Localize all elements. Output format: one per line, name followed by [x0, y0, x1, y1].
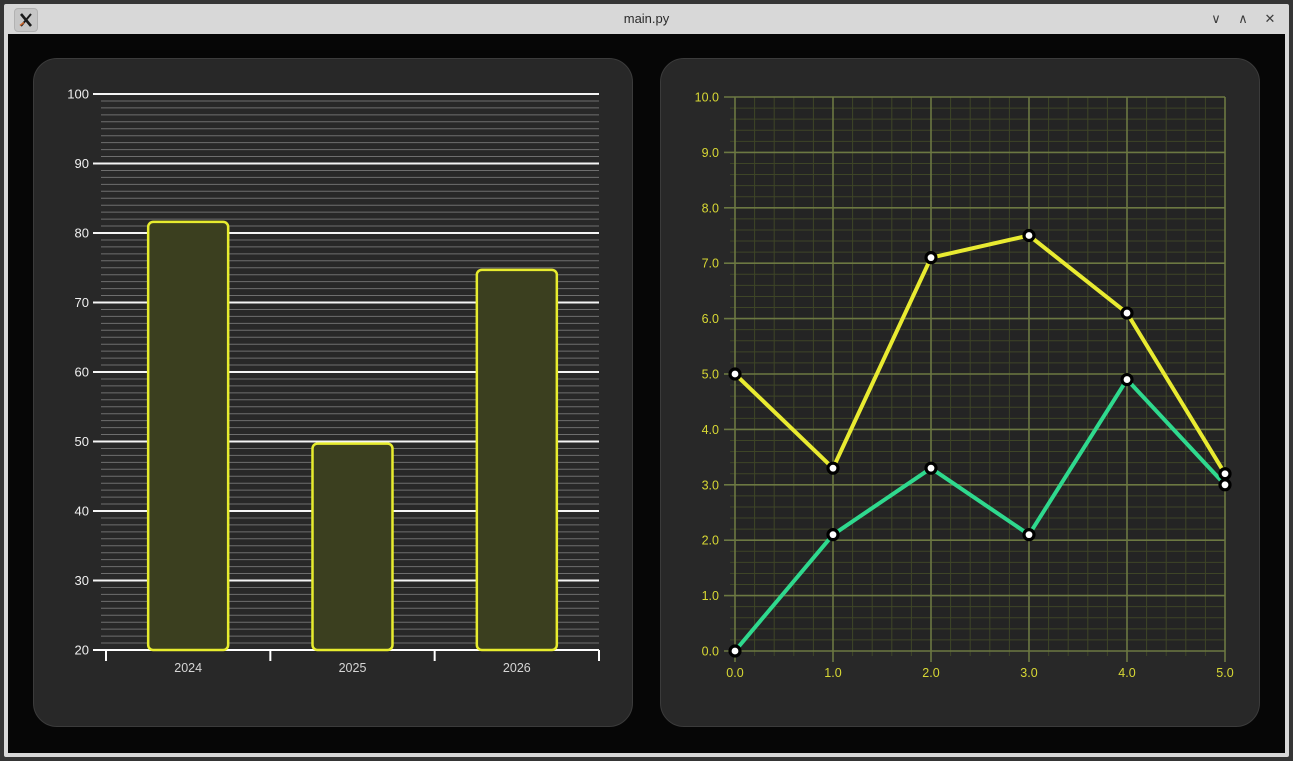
svg-text:10.0: 10.0: [695, 91, 719, 105]
svg-text:80: 80: [75, 226, 89, 241]
window-controls: ∨ ∧ ✕: [1207, 4, 1279, 34]
window-title: main.py: [623, 11, 670, 26]
svg-text:2026: 2026: [503, 661, 531, 675]
svg-text:5.0: 5.0: [1216, 666, 1233, 680]
svg-text:1.0: 1.0: [824, 666, 841, 680]
svg-text:0.0: 0.0: [702, 645, 719, 659]
svg-text:2025: 2025: [339, 661, 367, 675]
svg-text:3.0: 3.0: [1020, 666, 1037, 680]
svg-text:6.0: 6.0: [702, 312, 719, 326]
svg-text:0.0: 0.0: [726, 666, 743, 680]
bar-chart: 20 30 40 50 60 70 80 90 100 2024 2025 2026: [67, 87, 600, 675]
svg-text:40: 40: [75, 504, 89, 519]
svg-text:20: 20: [75, 643, 89, 658]
svg-text:2024: 2024: [174, 661, 202, 675]
svg-text:4.0: 4.0: [702, 423, 719, 437]
bar-chart-panel: 20 30 40 50 60 70 80 90 100 2024 2025 2026: [33, 58, 633, 727]
line-chart: 0.0 1.0 2.0 3.0 4.0 5.0 6.0 7.0 8.0 9.0 10.0 0.0 1.0…: [695, 91, 1234, 681]
svg-text:1.0: 1.0: [702, 589, 719, 603]
svg-text:2.0: 2.0: [702, 534, 719, 548]
svg-text:9.0: 9.0: [702, 146, 719, 160]
svg-text:4.0: 4.0: [1118, 666, 1135, 680]
svg-text:30: 30: [75, 573, 89, 588]
svg-text:50: 50: [75, 434, 89, 449]
maximize-button[interactable]: ∧: [1234, 10, 1252, 28]
svg-text:70: 70: [75, 295, 89, 310]
close-button[interactable]: ✕: [1261, 10, 1279, 28]
svg-text:8.0: 8.0: [702, 201, 719, 215]
svg-text:100: 100: [67, 87, 89, 102]
svg-text:2.0: 2.0: [922, 666, 939, 680]
svg-text:60: 60: [75, 365, 89, 380]
window-content: 20 30 40 50 60 70 80 90 100 2024 2025 2026 0.0 1.0 2.…: [8, 34, 1285, 753]
svg-text:90: 90: [75, 156, 89, 171]
minimize-button[interactable]: ∨: [1207, 10, 1225, 28]
app-window: main.py ∨ ∧ ✕ 20 30 40 50 60 70 80 90 100 2024 202…: [4, 4, 1289, 757]
svg-text:3.0: 3.0: [702, 478, 719, 492]
line-chart-panel: 0.0 1.0 2.0 3.0 4.0 5.0 6.0 7.0 8.0 9.0 10.0 0.0 1.0…: [660, 58, 1260, 727]
svg-text:7.0: 7.0: [702, 257, 719, 271]
title-bar[interactable]: main.py ∨ ∧ ✕: [4, 4, 1289, 34]
svg-text:5.0: 5.0: [702, 368, 719, 382]
